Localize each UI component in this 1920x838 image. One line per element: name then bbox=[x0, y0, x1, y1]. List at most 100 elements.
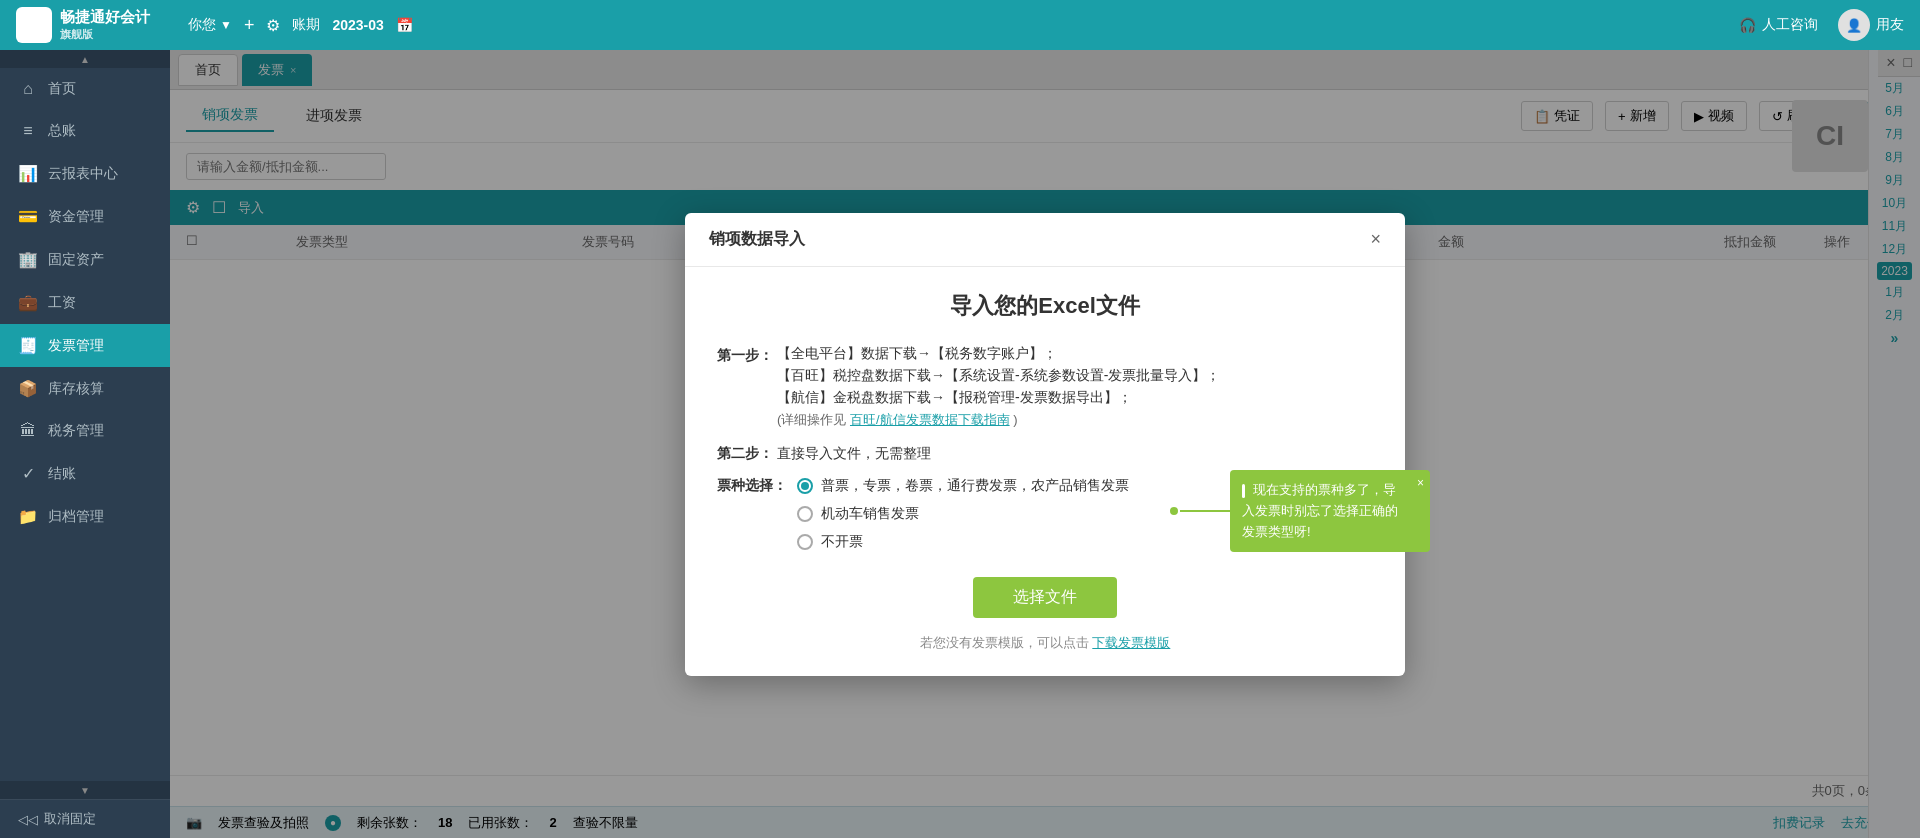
download-template-link[interactable]: 下载发票模版 bbox=[1092, 635, 1170, 650]
sidebar-item-label: 库存核算 bbox=[48, 380, 104, 398]
dropdown-icon[interactable]: ▼ bbox=[220, 18, 232, 32]
sidebar-item-label: 资金管理 bbox=[48, 208, 104, 226]
tooltip-bar-icon bbox=[1242, 484, 1245, 498]
step1-line2: 【百旺】税控盘数据下载→【系统设置-系统参数设置-发票批量导入】； bbox=[777, 367, 1220, 385]
user-selector[interactable]: 你您 ▼ bbox=[188, 16, 232, 34]
support-label: 人工咨询 bbox=[1762, 16, 1818, 34]
sidebar-item-label: 结账 bbox=[48, 465, 76, 483]
app-sub: 旗舰版 bbox=[60, 27, 150, 42]
step2-row: 第二步： 直接导入文件，无需整理 bbox=[717, 443, 1373, 463]
step1-row: 第一步： 【全电平台】数据下载→【税务数字账户】； 【百旺】税控盘数据下载→【系… bbox=[717, 345, 1373, 429]
top-bar-center: + ⚙ 账期 2023-03 📅 bbox=[244, 15, 413, 36]
settle-icon: ✓ bbox=[18, 464, 38, 483]
fund-icon: 💳 bbox=[18, 207, 38, 226]
add-icon[interactable]: + bbox=[244, 15, 255, 36]
download-tip-prefix: 若您没有发票模版，可以点击 bbox=[920, 635, 1089, 650]
sidebar-scroll-up[interactable]: ▲ bbox=[0, 50, 170, 68]
radio-normal-circle bbox=[797, 478, 813, 494]
modal-header: 销项数据导入 × bbox=[685, 213, 1405, 267]
sidebar-item-asset[interactable]: 🏢 固定资产 bbox=[0, 238, 170, 281]
modal-overlay: 销项数据导入 × 导入您的Excel文件 第一步： 【全电平台】数据下载→【税务… bbox=[170, 50, 1920, 838]
modal-title: 销项数据导入 bbox=[709, 229, 805, 250]
sidebar: ▲ ⌂ 首页 ≡ 总账 📊 云报表中心 💳 资金管理 🏢 固定资产 💼 工资 🧾… bbox=[0, 50, 170, 838]
sidebar-item-label: 发票管理 bbox=[48, 337, 104, 355]
sidebar-item-fund[interactable]: 💳 资金管理 bbox=[0, 195, 170, 238]
radio-group: 普票，专票，卷票，通行费发票，农产品销售发票 机动车销售发票 不开票 bbox=[797, 477, 1129, 561]
step1-line3: 【航信】金税盘数据下载→【报税管理-发票数据导出】； bbox=[777, 389, 1220, 407]
top-bar: 畅捷通好会计 旗舰版 你您 ▼ + ⚙ 账期 2023-03 📅 🎧 人工咨询 … bbox=[0, 0, 1920, 50]
tooltip-dot bbox=[1168, 505, 1180, 517]
app-logo: 畅捷通好会计 旗舰版 bbox=[16, 7, 176, 43]
sidebar-cancel-fixed[interactable]: ◁◁ 取消固定 bbox=[0, 799, 170, 838]
avatar: 👤 bbox=[1838, 9, 1870, 41]
step1-note: (详细操作见 百旺/航信发票数据下载指南 ) bbox=[777, 411, 1220, 429]
user-name: 用友 bbox=[1876, 16, 1904, 34]
wage-icon: 💼 bbox=[18, 293, 38, 312]
tooltip-connector bbox=[1180, 510, 1230, 512]
sidebar-item-ledger[interactable]: ≡ 总账 bbox=[0, 110, 170, 152]
headset-icon: 🎧 bbox=[1739, 17, 1756, 33]
sidebar-item-wage[interactable]: 💼 工资 bbox=[0, 281, 170, 324]
sidebar-item-label: 固定资产 bbox=[48, 251, 104, 269]
user-area[interactable]: 👤 用友 bbox=[1838, 9, 1904, 41]
sidebar-item-settle[interactable]: ✓ 结账 bbox=[0, 452, 170, 495]
step2-label: 第二步： bbox=[717, 443, 777, 463]
calendar-icon[interactable]: 📅 bbox=[396, 17, 413, 33]
step1-content: 【全电平台】数据下载→【税务数字账户】； 【百旺】税控盘数据下载→【系统设置-系… bbox=[777, 345, 1220, 429]
cancel-icon: ◁◁ bbox=[18, 812, 38, 827]
period-label: 账期 bbox=[292, 16, 320, 34]
download-tip: 若您没有发票模版，可以点击 下载发票模版 bbox=[717, 634, 1373, 652]
sidebar-item-archive[interactable]: 📁 归档管理 bbox=[0, 495, 170, 538]
invoice-icon: 🧾 bbox=[18, 336, 38, 355]
settings-icon[interactable]: ⚙ bbox=[266, 16, 280, 35]
tooltip-text: 现在支持的票种多了，导入发票时别忘了选择正确的发票类型呀! bbox=[1242, 482, 1398, 539]
radio-no-ticket-label: 不开票 bbox=[821, 533, 863, 551]
app-name: 畅捷通好会计 bbox=[60, 8, 150, 27]
content-area: × □ 首页 发票 × 销项发票 进项发票 bbox=[170, 50, 1920, 838]
sidebar-item-label: 总账 bbox=[48, 122, 76, 140]
modal-main-title: 导入您的Excel文件 bbox=[717, 291, 1373, 321]
tax-icon: 🏛 bbox=[18, 422, 38, 440]
step1-link[interactable]: 百旺/航信发票数据下载指南 bbox=[850, 412, 1010, 427]
tooltip-close-btn[interactable]: × bbox=[1417, 474, 1424, 493]
stock-icon: 📦 bbox=[18, 379, 38, 398]
support-btn[interactable]: 🎧 人工咨询 bbox=[1739, 16, 1818, 34]
radio-motor-circle bbox=[797, 506, 813, 522]
sidebar-item-label: 云报表中心 bbox=[48, 165, 118, 183]
radio-motor-label: 机动车销售发票 bbox=[821, 505, 919, 523]
sidebar-item-report[interactable]: 📊 云报表中心 bbox=[0, 152, 170, 195]
archive-icon: 📁 bbox=[18, 507, 38, 526]
import-modal: 销项数据导入 × 导入您的Excel文件 第一步： 【全电平台】数据下载→【税务… bbox=[685, 213, 1405, 676]
sidebar-item-tax[interactable]: 🏛 税务管理 bbox=[0, 410, 170, 452]
sidebar-item-invoice[interactable]: 🧾 发票管理 bbox=[0, 324, 170, 367]
radio-motor[interactable]: 机动车销售发票 bbox=[797, 505, 1129, 523]
step1-label: 第一步： bbox=[717, 345, 777, 365]
ledger-icon: ≡ bbox=[18, 122, 38, 140]
tooltip-container: 现在支持的票种多了，导入发票时别忘了选择正确的发票类型呀! × bbox=[1168, 470, 1430, 552]
modal-close-btn[interactable]: × bbox=[1370, 229, 1381, 250]
home-icon: ⌂ bbox=[18, 80, 38, 98]
select-file-btn[interactable]: 选择文件 bbox=[973, 577, 1117, 618]
sidebar-item-label: 工资 bbox=[48, 294, 76, 312]
sidebar-item-label: 归档管理 bbox=[48, 508, 104, 526]
step1-line1: 【全电平台】数据下载→【税务数字账户】； bbox=[777, 345, 1220, 363]
period-value: 2023-03 bbox=[332, 17, 383, 33]
main-layout: ▲ ⌂ 首页 ≡ 总账 📊 云报表中心 💳 资金管理 🏢 固定资产 💼 工资 🧾… bbox=[0, 50, 1920, 838]
step2-content: 直接导入文件，无需整理 bbox=[777, 443, 931, 463]
radio-no-ticket-circle bbox=[797, 534, 813, 550]
sidebar-item-stock[interactable]: 📦 库存核算 bbox=[0, 367, 170, 410]
sidebar-item-home[interactable]: ⌂ 首页 bbox=[0, 68, 170, 110]
sidebar-scroll-down[interactable]: ▼ bbox=[0, 781, 170, 799]
radio-no-ticket[interactable]: 不开票 bbox=[797, 533, 1129, 551]
step1-note-suffix: ) bbox=[1013, 412, 1017, 427]
tooltip-box: 现在支持的票种多了，导入发票时别忘了选择正确的发票类型呀! × bbox=[1230, 470, 1430, 552]
ticket-label: 票种选择： bbox=[717, 477, 797, 495]
top-bar-right: 🎧 人工咨询 👤 用友 bbox=[1739, 9, 1904, 41]
svg-point-0 bbox=[29, 16, 39, 26]
radio-normal[interactable]: 普票，专票，卷票，通行费发票，农产品销售发票 bbox=[797, 477, 1129, 495]
sidebar-item-label: 税务管理 bbox=[48, 422, 104, 440]
step1-note-prefix: (详细操作见 bbox=[777, 412, 846, 427]
radio-normal-label: 普票，专票，卷票，通行费发票，农产品销售发票 bbox=[821, 477, 1129, 495]
sidebar-item-label: 首页 bbox=[48, 80, 76, 98]
user-label: 你您 bbox=[188, 16, 216, 34]
